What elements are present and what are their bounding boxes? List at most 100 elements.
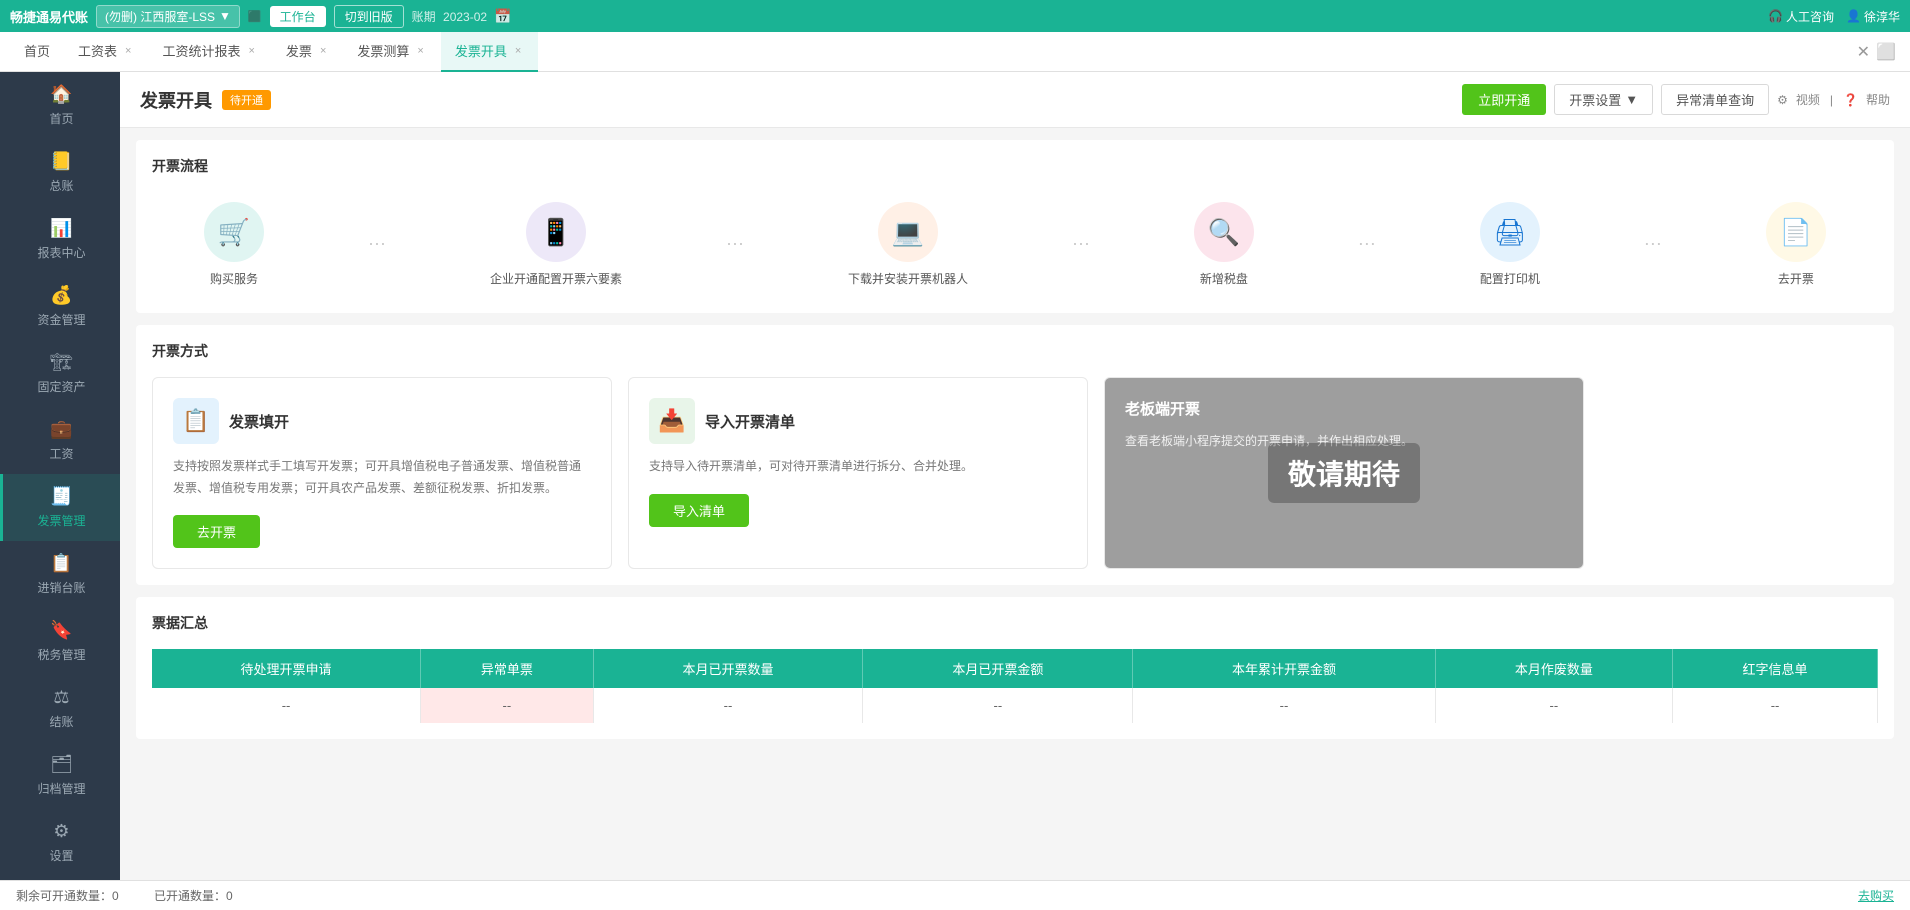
page-title-row: 发票开具 待开通 — [140, 87, 271, 113]
funds-icon: 💰 — [50, 285, 72, 306]
tab-salary[interactable]: 工资表 × — [64, 32, 148, 72]
sidebar-item-salary[interactable]: 💼 工资 — [0, 407, 120, 474]
download-robot-icon: 💻 — [878, 202, 938, 262]
tab-close-area: ✕ ⬜ — [1857, 42, 1900, 62]
go-open-invoice-btn[interactable]: 去开票 — [173, 515, 260, 548]
methods-section: 开票方式 📋 发票填开 支持按照发票样式手工填写开发票；可开具增值税电子普通发票… — [136, 325, 1894, 585]
purchase-sale-icon: 📋 — [50, 553, 72, 574]
sidebar-item-assets[interactable]: 🏗 固定资产 — [0, 340, 120, 407]
sidebar-item-ledger[interactable]: 📒 总账 — [0, 139, 120, 206]
sidebar-item-home[interactable]: 🏠 首页 — [0, 72, 120, 139]
flow-step-printer[interactable]: 🖨 配置打印机 — [1480, 202, 1540, 287]
method-card-fill: 📋 发票填开 支持按照发票样式手工填写开发票；可开具增值税电子普通发票、增值税普… — [152, 377, 612, 569]
tab-home[interactable]: 首页 — [10, 32, 64, 72]
flow-section: 开票流程 🛒 购买服务 ⋯ 📱 企业开通配置开票六要素 ⋯ 💻 下载并安装开票机… — [136, 140, 1894, 313]
reports-icon: 📊 — [50, 218, 72, 239]
sidebar-item-invoice-mgmt[interactable]: 🧾 发票管理 — [0, 474, 120, 541]
tab-invoice-tool[interactable]: 发票开具 × — [441, 32, 538, 72]
abnormal-btn[interactable]: 异常清单查询 — [1661, 84, 1769, 115]
company-selector[interactable]: (勿删) 江西服室-LSS ▼ — [96, 5, 240, 28]
method-card-fill-header: 📋 发票填开 — [173, 398, 591, 444]
import-list-btn[interactable]: 导入清单 — [649, 494, 749, 527]
nav-tabs: 首页 工资表 × 工资统计报表 × 发票 × 发票测算 × 发票开具 × ✕ ⬜ — [0, 32, 1910, 72]
config-open-icon: 📱 — [526, 202, 586, 262]
close-all-tabs[interactable]: ✕ — [1857, 42, 1870, 62]
bottom-bar: 剩余可开通数量：0 已开通数量：0 去购买 — [0, 880, 1910, 910]
sidebar-item-reconcile[interactable]: ⚖ 结账 — [0, 675, 120, 742]
flow-step-download[interactable]: 💻 下载并安装开票机器人 — [848, 202, 968, 287]
close-invoice-tool-tab[interactable]: × — [512, 44, 524, 58]
fill-invoice-icon: 📋 — [173, 398, 219, 444]
assets-icon: 🏗 — [50, 352, 73, 373]
sidebar-item-archive[interactable]: 🗂 归档管理 — [0, 742, 120, 809]
page-header: 发票开具 待开通 立即开通 开票设置 ▼ 异常清单查询 ⚙ 视频 | ❓ 帮助 — [120, 72, 1910, 128]
ledger-icon: 📒 — [50, 151, 72, 172]
home-icon: 🏠 — [50, 84, 72, 105]
import-list-icon: 📥 — [649, 398, 695, 444]
sidebar: 🏠 首页 📒 总账 📊 报表中心 💰 资金管理 🏗 固定资产 💼 工资 🧾 发票… — [0, 72, 120, 880]
page-actions: 立即开通 开票设置 ▼ 异常清单查询 ⚙ 视频 | ❓ 帮助 — [1462, 84, 1890, 115]
flow-step-tax[interactable]: 🔍 新增税盘 — [1194, 202, 1254, 287]
coming-soon-label: 敬请期待 — [1268, 443, 1420, 503]
close-invoice-calc-tab[interactable]: × — [414, 44, 426, 58]
summary-header-4: 本年累计开票金额 — [1133, 649, 1435, 688]
tab-salary-report[interactable]: 工资统计报表 × — [148, 32, 271, 72]
tab-invoice-calc[interactable]: 发票测算 × — [343, 32, 440, 72]
sidebar-item-funds[interactable]: 💰 资金管理 — [0, 273, 120, 340]
add-tax-icon: 🔍 — [1194, 202, 1254, 262]
consult-btn[interactable]: 🎧 人工咨询 — [1768, 8, 1834, 25]
app-name: 畅捷通易代账 — [10, 7, 88, 26]
summary-val-2: -- — [593, 688, 863, 723]
sidebar-item-settings[interactable]: ⚙ 设置 — [0, 809, 120, 876]
open-now-btn[interactable]: 立即开通 — [1462, 84, 1546, 115]
switch-old-btn[interactable]: 切到旧版 — [334, 5, 404, 28]
workspace-btn[interactable]: 工作台 — [270, 6, 326, 27]
tax-icon: 🔖 — [50, 620, 72, 641]
config-printer-icon: 🖨 — [1480, 202, 1540, 262]
method-card-import: 📥 导入开票清单 支持导入待开票清单，可对待开票清单进行拆分、合并处理。 导入清… — [628, 377, 1088, 569]
summary-val-5: -- — [1435, 688, 1672, 723]
tab-invoice[interactable]: 发票 × — [272, 32, 343, 72]
summary-val-6: -- — [1673, 688, 1878, 723]
flow-step-buy[interactable]: 🛒 购买服务 — [204, 202, 264, 287]
flow-arrow-1: ⋯ — [368, 234, 386, 255]
method-card-old: 老板端开票 查看老板端小程序提交的开票申请，并作出相应处理。 敬请期待 — [1104, 377, 1584, 569]
flow-step-config[interactable]: 📱 企业开通配置开票六要素 — [490, 202, 622, 287]
summary-header-0: 待处理开票申请 — [152, 649, 421, 688]
summary-header-6: 红字信息单 — [1673, 649, 1878, 688]
summary-val-3: -- — [863, 688, 1133, 723]
summary-header-1: 异常单票 — [421, 649, 593, 688]
summary-header-2: 本月已开票数量 — [593, 649, 863, 688]
flow-arrow-2: ⋯ — [726, 234, 744, 255]
summary-val-4: -- — [1133, 688, 1435, 723]
flow-step-open[interactable]: 📄 去开票 — [1766, 202, 1826, 287]
close-salary-tab[interactable]: × — [122, 44, 134, 58]
summary-val-1: -- — [421, 688, 593, 723]
close-invoice-tab[interactable]: × — [317, 44, 329, 58]
sidebar-item-tax[interactable]: 🔖 税务管理 — [0, 608, 120, 675]
summary-val-0: -- — [152, 688, 421, 723]
buy-link[interactable]: 去购买 — [1858, 887, 1894, 904]
methods-section-title: 开票方式 — [152, 341, 1878, 361]
restore-tab[interactable]: ⬜ — [1876, 42, 1896, 62]
content-area: 发票开具 待开通 立即开通 开票设置 ▼ 异常清单查询 ⚙ 视频 | ❓ 帮助 — [120, 72, 1910, 880]
page-title: 发票开具 — [140, 87, 212, 113]
status-badge: 待开通 — [222, 90, 271, 110]
invoice-mgmt-icon: 🧾 — [50, 486, 72, 507]
salary-icon: 💼 — [50, 419, 72, 440]
settings-btn[interactable]: 开票设置 ▼ — [1554, 84, 1653, 115]
methods-row: 📋 发票填开 支持按照发票样式手工填写开发票；可开具增值税电子普通发票、增值税普… — [152, 377, 1878, 569]
sidebar-item-purchase-sale[interactable]: 📋 进销台账 — [0, 541, 120, 608]
top-bar: 畅捷通易代账 (勿删) 江西服室-LSS ▼ ⬛ 工作台 切到旧版 账期 202… — [0, 0, 1910, 32]
flow-section-title: 开票流程 — [152, 156, 1878, 176]
buy-service-icon: 🛒 — [204, 202, 264, 262]
summary-section: 票据汇总 待处理开票申请 异常单票 本月已开票数量 本月已开票金额 本年累计开票… — [136, 597, 1894, 739]
summary-table: 待处理开票申请 异常单票 本月已开票数量 本月已开票金额 本年累计开票金额 本月… — [152, 649, 1878, 723]
sidebar-item-reports[interactable]: 📊 报表中心 — [0, 206, 120, 273]
flow-steps: 🛒 购买服务 ⋯ 📱 企业开通配置开票六要素 ⋯ 💻 下载并安装开票机器人 ⋯ … — [152, 192, 1878, 297]
close-salary-report-tab[interactable]: × — [245, 44, 257, 58]
flow-arrow-4: ⋯ — [1358, 234, 1376, 255]
summary-header-3: 本月已开票金额 — [863, 649, 1133, 688]
user-menu[interactable]: 👤 徐淳华 — [1846, 8, 1900, 25]
reconcile-icon: ⚖ — [53, 687, 69, 708]
